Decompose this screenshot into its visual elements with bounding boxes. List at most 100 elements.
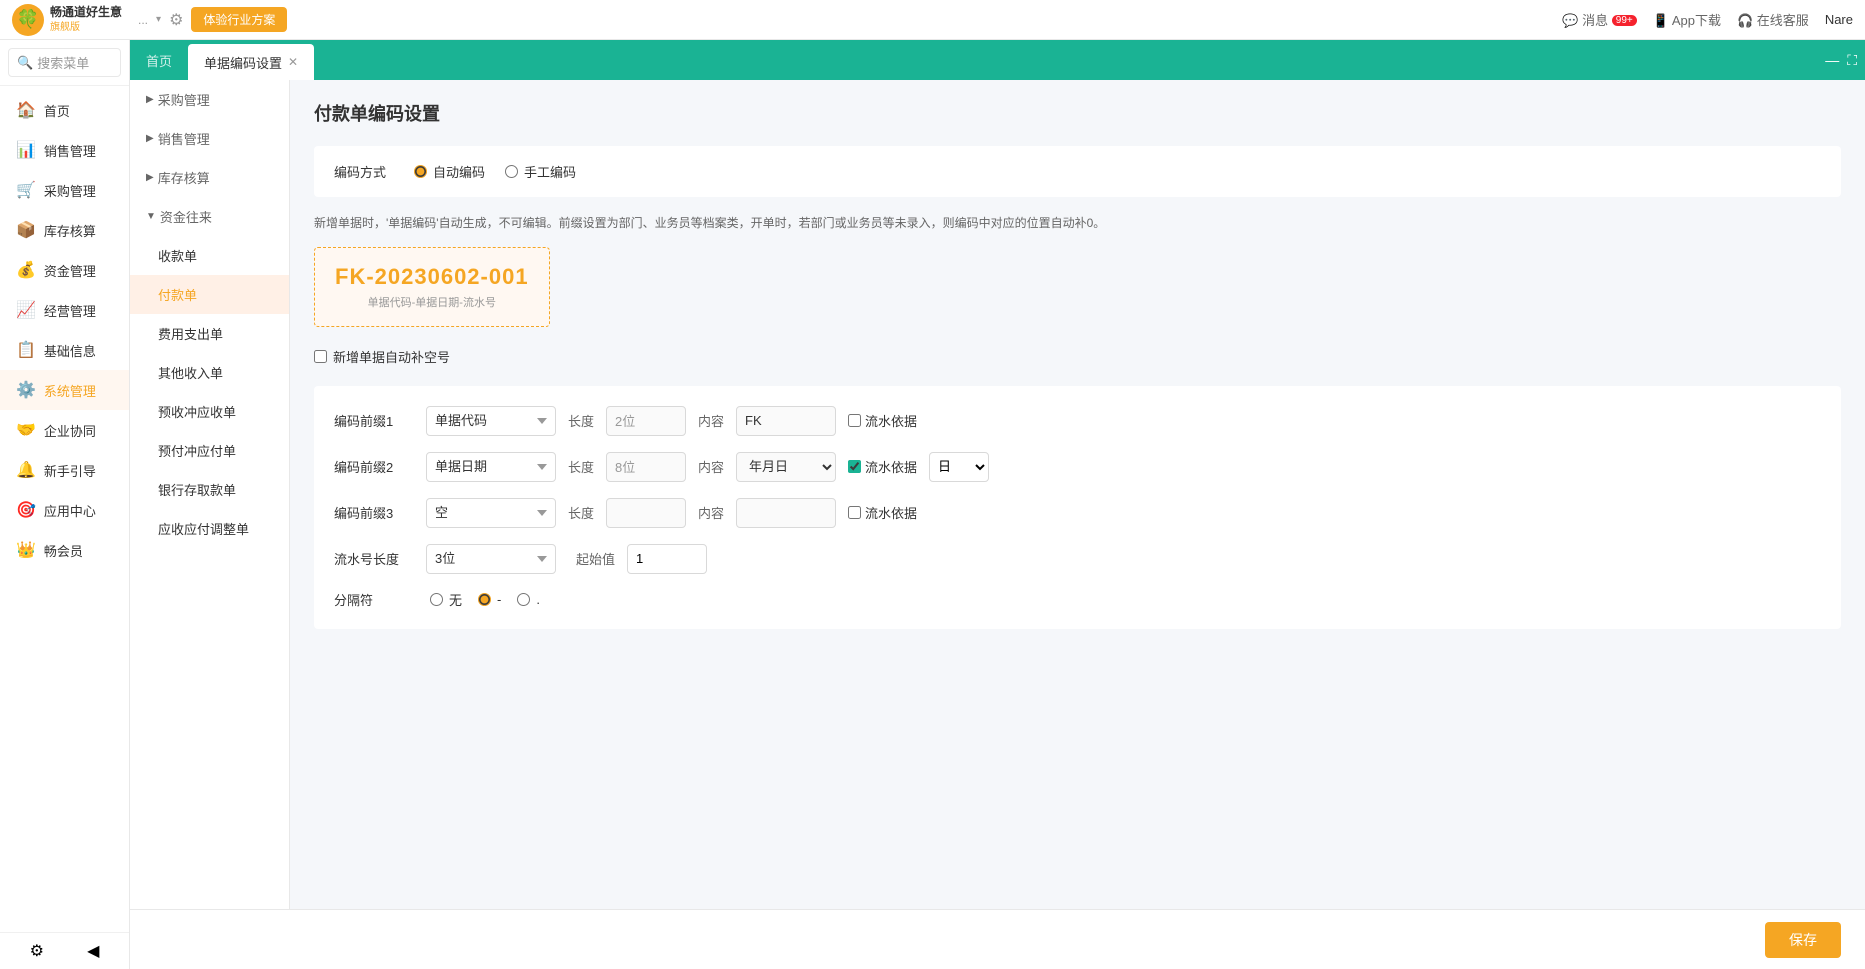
sec-item-payment[interactable]: 付款单	[130, 275, 289, 314]
sec-group-funds[interactable]: ▼ 资金往来	[130, 197, 289, 236]
tab-bar-actions: — ⛶	[1825, 52, 1865, 69]
collapse-icon[interactable]: ◀	[87, 941, 99, 961]
prefix3-row: 编码前缀3 空 长度 内容 流水依据	[334, 498, 1821, 528]
serial-length-select[interactable]: 3位	[426, 544, 556, 574]
code-preview-sub: 单据代码-单据日期-流水号	[368, 294, 496, 310]
trial-btn[interactable]: 体验行业方案	[191, 7, 287, 32]
message-section[interactable]: 💬 消息 99+	[1562, 10, 1636, 29]
sec-item-advance-receipt[interactable]: 预收冲应收单	[130, 392, 289, 431]
prefix3-serial-check[interactable]: 流水依据	[848, 503, 917, 522]
prefix1-serial-checkbox[interactable]	[848, 414, 861, 427]
prefix2-length-label: 长度	[568, 457, 594, 476]
sec-group-sales[interactable]: ▶ 销售管理	[130, 119, 289, 158]
sep-dot-radio[interactable]	[517, 593, 530, 606]
prefix2-serial-check[interactable]: 流水依据	[848, 457, 917, 476]
sidebar-item-purchase[interactable]: 🛒 采购管理	[0, 170, 129, 210]
sec-item-other-income[interactable]: 其他收入单	[130, 353, 289, 392]
search-menu-btn[interactable]: 🔍 搜索菜单	[8, 48, 121, 77]
sep-dash-option[interactable]: -	[478, 592, 501, 607]
sec-item-advance-payment[interactable]: 预付冲应付单	[130, 431, 289, 470]
main-panel: 付款单编码设置 编码方式 自动编码 手工编码	[290, 80, 1865, 909]
apps-icon: 🎯	[16, 500, 36, 520]
operations-icon: 📈	[16, 300, 36, 320]
prefix2-length-input[interactable]	[606, 452, 686, 482]
purchase-icon: 🛒	[16, 180, 36, 200]
tab-bar: 首页 单据编码设置 ✕ — ⛶	[130, 40, 1865, 80]
sidebar-item-home[interactable]: 🏠 首页	[0, 90, 129, 130]
prefix1-content-input[interactable]	[736, 406, 836, 436]
prefix3-content-input[interactable]	[736, 498, 836, 528]
serial-start-input[interactable]	[627, 544, 707, 574]
enterprise-icon: 🤝	[16, 420, 36, 440]
auto-code-option[interactable]: 自动编码	[414, 162, 485, 181]
sep-dot-option[interactable]: .	[517, 592, 540, 607]
serial-length-label: 流水号长度	[334, 549, 414, 568]
tab-code-setting[interactable]: 单据编码设置 ✕	[188, 44, 314, 80]
content-area: ▶ 采购管理 ▶ 销售管理 ▶ 库存核算 ▼ 资金往来 收款单	[130, 80, 1865, 909]
save-button[interactable]: 保存	[1765, 922, 1841, 958]
prefix3-select[interactable]: 空	[426, 498, 556, 528]
sidebar-item-system[interactable]: ⚙️ 系统管理	[0, 370, 129, 410]
sidebar-item-apps[interactable]: 🎯 应用中心	[0, 490, 129, 530]
sec-item-bank-deposit[interactable]: 银行存取款单	[130, 470, 289, 509]
prefix1-length-input[interactable]	[606, 406, 686, 436]
member-icon: 👑	[16, 540, 36, 560]
code-preview-main: FK-20230602-001	[335, 264, 529, 290]
sep-none-option[interactable]: 无	[430, 590, 462, 609]
prefix2-row: 编码前缀2 单据日期 长度 内容 年月日 流水依据	[334, 452, 1821, 482]
left-sidebar: 🔍 搜索菜单 🏠 首页 📊 销售管理 🛒 采购管理 📦 库存核算 💰	[0, 40, 130, 969]
prefix1-row: 编码前缀1 单据代码 长度 内容 流水依据	[334, 406, 1821, 436]
tab-close-icon[interactable]: ✕	[288, 55, 298, 69]
sep-dash-radio[interactable]	[478, 593, 491, 606]
sidebar-item-finance[interactable]: 💰 资金管理	[0, 250, 129, 290]
page-title: 付款单编码设置	[314, 100, 1841, 126]
prefix2-select[interactable]: 单据日期	[426, 452, 556, 482]
sidebar-item-inventory[interactable]: 📦 库存核算	[0, 210, 129, 250]
manual-code-option[interactable]: 手工编码	[505, 162, 576, 181]
manual-code-radio[interactable]	[505, 165, 518, 178]
prefix3-label: 编码前缀3	[334, 503, 414, 522]
encoding-method-group: 编码方式 自动编码 手工编码	[334, 162, 1821, 181]
sec-item-expense[interactable]: 费用支出单	[130, 314, 289, 353]
auto-fill-checkbox[interactable]	[314, 350, 327, 363]
app-download[interactable]: 📱 App下载	[1653, 10, 1721, 29]
prefix3-length-input[interactable]	[606, 498, 686, 528]
user-name[interactable]: Nare	[1825, 12, 1853, 27]
prefix3-serial-checkbox[interactable]	[848, 506, 861, 519]
sidebar-item-enterprise[interactable]: 🤝 企业协同	[0, 410, 129, 450]
chevron-right-icon: ▶	[146, 94, 154, 105]
online-service[interactable]: 🎧 在线客服	[1737, 10, 1809, 29]
prefix2-content-label: 内容	[698, 457, 724, 476]
home-icon: 🏠	[16, 100, 36, 120]
prefix1-length-label: 长度	[568, 411, 594, 430]
logo-text: 畅通道好生意 旗舰版	[50, 5, 122, 34]
settings-bottom-icon[interactable]: ⚙	[30, 941, 44, 961]
sales-icon: 📊	[16, 140, 36, 160]
prefix1-select[interactable]: 单据代码	[426, 406, 556, 436]
prefix2-serial-unit-select[interactable]: 日	[929, 452, 989, 482]
chevron-right-icon: ▶	[146, 172, 154, 183]
breadcrumb-text: ...	[138, 13, 148, 27]
sidebar-item-basic[interactable]: 📋 基础信息	[0, 330, 129, 370]
sec-group-purchase[interactable]: ▶ 采购管理	[130, 80, 289, 119]
sec-item-receipt[interactable]: 收款单	[130, 236, 289, 275]
prefix2-serial-checkbox[interactable]	[848, 460, 861, 473]
sec-group-inventory[interactable]: ▶ 库存核算	[130, 158, 289, 197]
sidebar-item-member[interactable]: 👑 畅会员	[0, 530, 129, 570]
chevron-down-icon: ▾	[156, 14, 161, 25]
prefix1-serial-check[interactable]: 流水依据	[848, 411, 917, 430]
maximize-btn[interactable]: ⛶	[1847, 52, 1857, 69]
prefix1-content-label: 内容	[698, 411, 724, 430]
message-badge: 99+	[1612, 15, 1637, 26]
bottom-bar: 保存	[130, 909, 1865, 969]
auto-code-radio[interactable]	[414, 165, 427, 178]
sidebar-item-sales[interactable]: 📊 销售管理	[0, 130, 129, 170]
sidebar-item-guide[interactable]: 🔔 新手引导	[0, 450, 129, 490]
prefix2-content-select[interactable]: 年月日	[736, 452, 836, 482]
minimize-btn[interactable]: —	[1825, 52, 1839, 68]
sidebar-item-operations[interactable]: 📈 经营管理	[0, 290, 129, 330]
tab-home[interactable]: 首页	[130, 40, 188, 80]
settings-icon[interactable]: ⚙	[169, 10, 183, 30]
sec-item-ap-adjust[interactable]: 应收应付调整单	[130, 509, 289, 548]
sep-none-radio[interactable]	[430, 593, 443, 606]
